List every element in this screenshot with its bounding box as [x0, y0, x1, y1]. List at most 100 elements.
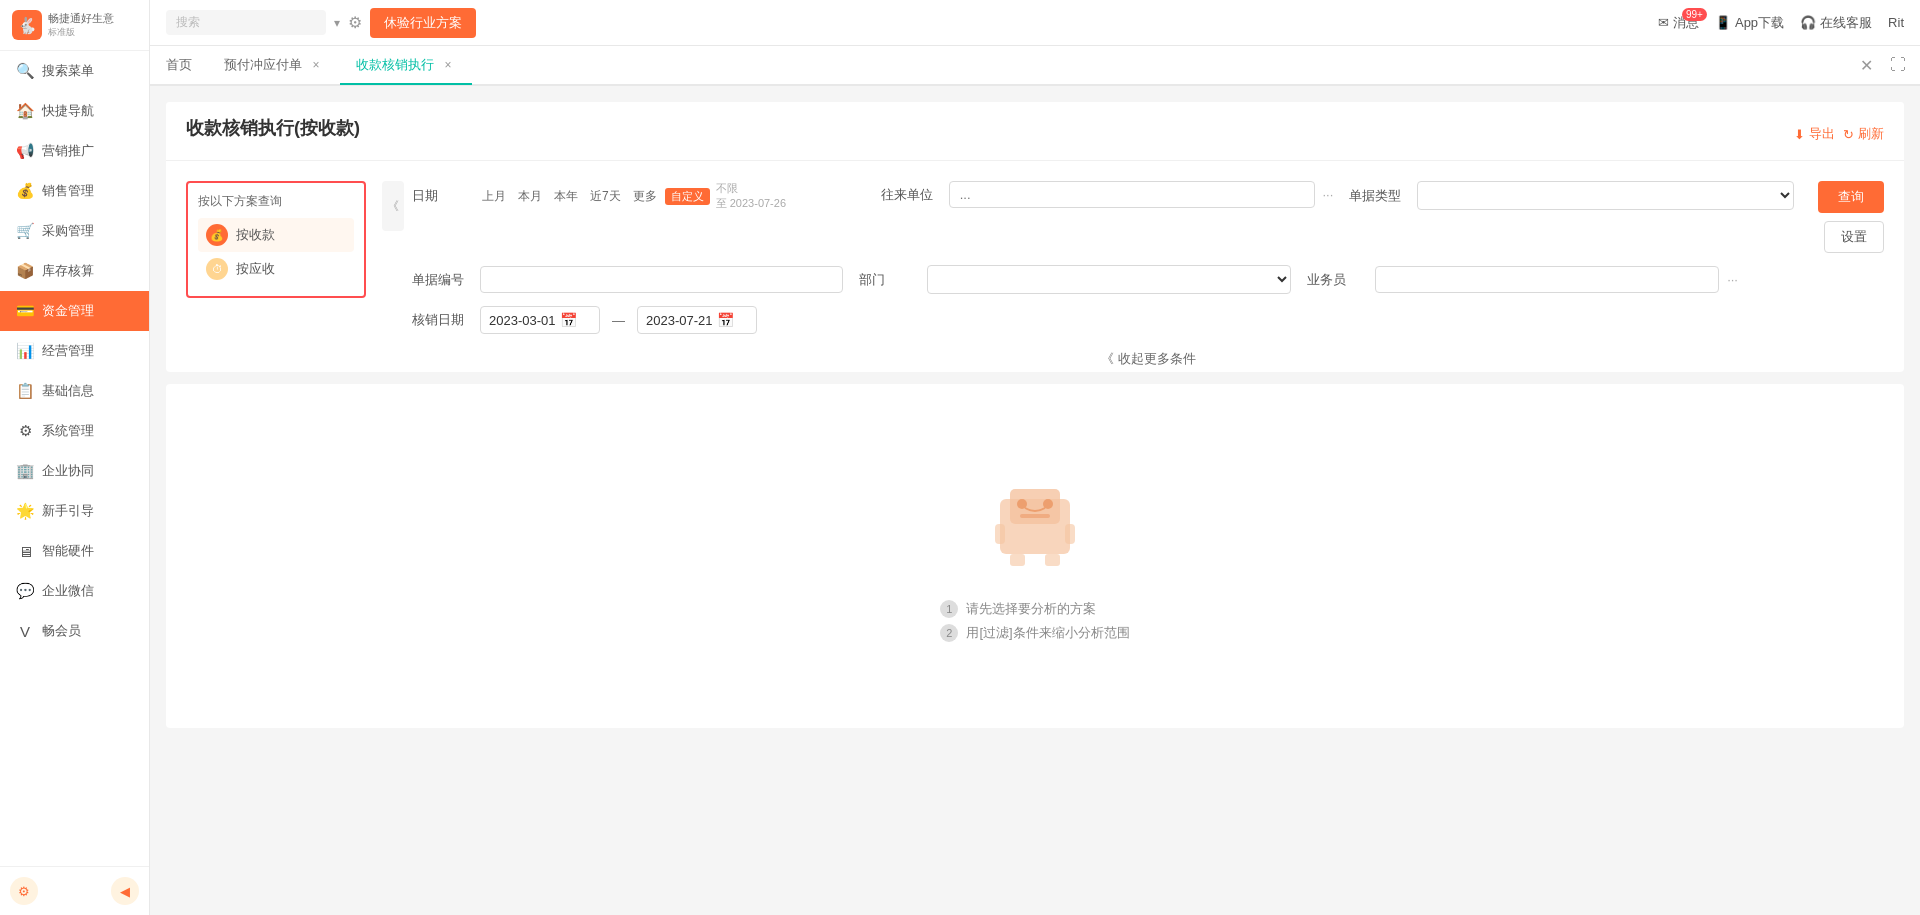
online-service-button[interactable]: 🎧 在线客服	[1800, 14, 1872, 32]
setting-button[interactable]: 设置	[1824, 221, 1884, 253]
export-button[interactable]: ⬇ 导出	[1794, 125, 1835, 143]
svg-rect-5	[995, 524, 1005, 544]
date-this-year[interactable]: 本年	[550, 186, 582, 207]
sidebar-item-label: 销售管理	[42, 182, 94, 200]
filter-query-selector: 按以下方案查询 💰 按收款 ⏱ 按应收	[186, 181, 366, 372]
empty-hint-1: 1 请先选择要分析的方案	[940, 600, 1129, 618]
sidebar-item-marketing[interactable]: 📢 营销推广	[0, 131, 149, 171]
svg-rect-4	[1020, 514, 1050, 518]
verify-date-end-input[interactable]: 2023-07-21 📅	[637, 306, 757, 334]
tab-bar: 首页 预付冲应付单 × 收款核销执行 × ✕ ⛶	[150, 46, 1920, 86]
tab-receipt[interactable]: 收款核销执行 ×	[340, 47, 472, 85]
date-more[interactable]: 更多	[629, 186, 661, 207]
receivable-option-icon: ⏱	[206, 258, 228, 280]
message-icon: ✉	[1658, 15, 1669, 30]
app-download-button[interactable]: 📱 App下载	[1715, 14, 1784, 32]
verify-date-end-calendar-icon[interactable]: 📅	[717, 312, 734, 328]
partner-more-icon[interactable]: ···	[1323, 187, 1334, 202]
sidebar-item-system[interactable]: ⚙ 系统管理	[0, 411, 149, 451]
more-conditions-button[interactable]: 《 收起更多条件	[1089, 346, 1208, 372]
partner-input[interactable]	[949, 181, 1315, 208]
filter-collapse-button[interactable]: 《	[382, 181, 404, 231]
doc-num-field: 单据编号	[412, 266, 843, 293]
sidebar-item-guide[interactable]: 🌟 新手引导	[0, 491, 149, 531]
messages-button[interactable]: ✉ 消息 99+	[1658, 14, 1699, 32]
sidebar-item-quick-nav[interactable]: 🏠 快捷导航	[0, 91, 149, 131]
logo-name: 畅捷通好生意	[48, 11, 114, 25]
vip-icon: V	[16, 623, 34, 640]
verify-date-separator: —	[608, 313, 629, 328]
sidebar-item-search[interactable]: 🔍 搜索菜单	[0, 51, 149, 91]
page-header: 收款核销执行(按收款) ⬇ 导出 ↻ 刷新	[166, 102, 1904, 152]
date-hint: 不限 至 2023-07-26	[716, 181, 786, 211]
sidebar-item-inventory[interactable]: 📦 库存核算	[0, 251, 149, 291]
verify-date-field: 核销日期 2023-03-01 📅 — 2023-07-21 📅	[412, 306, 897, 334]
industry-button[interactable]: 休验行业方案	[370, 8, 476, 38]
partner-field: 往来单位 ···	[881, 181, 1334, 208]
date-no-limit: 不限	[716, 181, 786, 196]
empty-state-hints: 1 请先选择要分析的方案 2 用[过滤]条件来缩小分析范围	[940, 600, 1129, 648]
date-last-month[interactable]: 上月	[478, 186, 510, 207]
verify-date-start-input[interactable]: 2023-03-01 📅	[480, 306, 600, 334]
header-gear-icon[interactable]: ⚙	[348, 13, 362, 32]
doc-type-select[interactable]	[1417, 181, 1794, 210]
search-icon: 🔍	[16, 62, 34, 80]
date-to: 至 2023-07-26	[716, 196, 786, 211]
dept-select[interactable]	[927, 265, 1290, 294]
date-7days[interactable]: 近7天	[586, 186, 625, 207]
tab-home[interactable]: 首页	[150, 47, 208, 85]
verify-date-start-calendar-icon[interactable]: 📅	[560, 312, 577, 328]
tab-close-all-button[interactable]: ✕	[1852, 51, 1880, 79]
empty-hint-num-2: 2	[940, 624, 958, 642]
sidebar-item-wechat[interactable]: 💬 企业微信	[0, 571, 149, 611]
sidebar-item-basic-info[interactable]: 📋 基础信息	[0, 371, 149, 411]
refresh-button[interactable]: ↻ 刷新	[1843, 125, 1884, 143]
sidebar-item-business[interactable]: 📊 经营管理	[0, 331, 149, 371]
sidebar-item-finance[interactable]: 💳 资金管理	[0, 291, 149, 331]
filter-card: 收款核销执行(按收款) ⬇ 导出 ↻ 刷新	[166, 102, 1904, 372]
tab-receipt-close[interactable]: ×	[440, 57, 456, 73]
header-search-box[interactable]: 搜索	[166, 10, 326, 35]
doc-num-input[interactable]	[480, 266, 843, 293]
tab-fullscreen-button[interactable]: ⛶	[1884, 51, 1912, 79]
settings-button[interactable]: ⚙	[10, 877, 38, 905]
sidebar-item-hardware[interactable]: 🖥 智能硬件	[0, 531, 149, 571]
date-label: 日期	[412, 187, 472, 205]
logo-icon: 🐇	[12, 10, 42, 40]
refresh-icon: ↻	[1843, 127, 1854, 142]
empty-hint-text-1: 请先选择要分析的方案	[966, 600, 1096, 618]
tab-prepay-close[interactable]: ×	[308, 57, 324, 73]
user-name: Rit	[1888, 15, 1904, 30]
main-area: 搜索 ▾ ⚙ 休验行业方案 ✉ 消息 99+ 📱 App下载 🎧 在线客服 Ri…	[150, 0, 1920, 915]
sidebar-item-label: 新手引导	[42, 502, 94, 520]
header-dropdown-icon[interactable]: ▾	[334, 16, 340, 30]
sidebar-item-sales[interactable]: 💰 销售管理	[0, 171, 149, 211]
sidebar-item-purchase[interactable]: 🛒 采购管理	[0, 211, 149, 251]
sidebar-collapse-button[interactable]: ◀	[111, 877, 139, 905]
sidebar-item-enterprise[interactable]: 🏢 企业协同	[0, 451, 149, 491]
doc-type-label: 单据类型	[1349, 187, 1409, 205]
header-left: 搜索 ▾ ⚙ 休验行业方案	[166, 8, 1646, 38]
sidebar-item-label: 资金管理	[42, 302, 94, 320]
system-icon: ⚙	[16, 422, 34, 440]
query-button[interactable]: 查询	[1818, 181, 1884, 213]
staff-input[interactable]	[1375, 266, 1719, 293]
staff-more-icon[interactable]: ···	[1727, 272, 1738, 287]
finance-icon: 💳	[16, 302, 34, 320]
date-custom-badge[interactable]: 自定义	[665, 188, 710, 205]
inventory-icon: 📦	[16, 262, 34, 280]
filter-option-by-receivable[interactable]: ⏱ 按应收	[198, 252, 354, 286]
sidebar-item-label: 搜索菜单	[42, 62, 94, 80]
tab-prepay[interactable]: 预付冲应付单 ×	[208, 47, 340, 85]
hardware-icon: 🖥	[16, 543, 34, 560]
svg-rect-8	[1045, 554, 1060, 566]
sidebar-item-vip[interactable]: V 畅会员	[0, 611, 149, 651]
more-conditions-row: 《 收起更多条件	[412, 346, 1884, 372]
sidebar-item-label: 采购管理	[42, 222, 94, 240]
date-this-month[interactable]: 本月	[514, 186, 546, 207]
sidebar-item-label: 经营管理	[42, 342, 94, 360]
logo-text-group: 畅捷通好生意 标准版	[48, 11, 114, 38]
user-avatar[interactable]: Rit	[1888, 15, 1904, 30]
staff-label: 业务员	[1307, 271, 1367, 289]
filter-option-by-receipt[interactable]: 💰 按收款	[198, 218, 354, 252]
